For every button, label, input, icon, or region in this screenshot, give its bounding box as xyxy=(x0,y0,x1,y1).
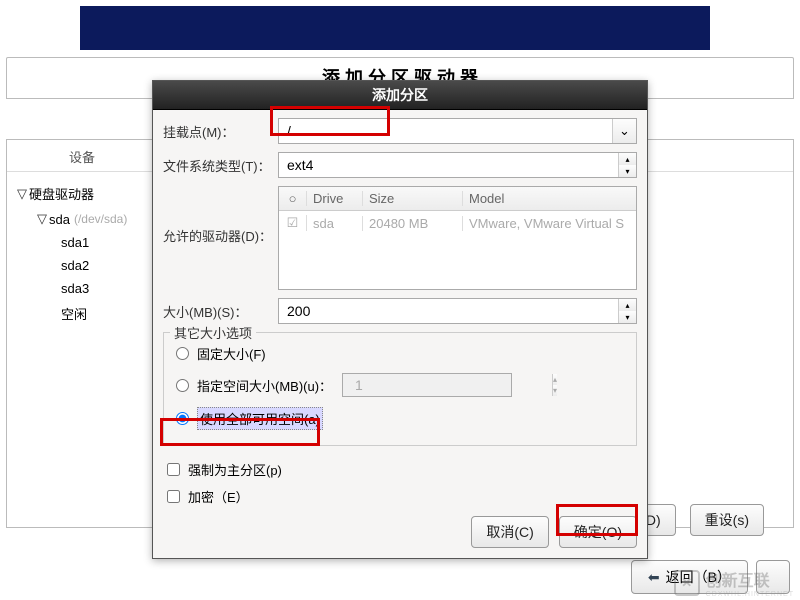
upto-spin: ▴▾ xyxy=(552,374,557,396)
radio-fixed-label: 固定大小(F) xyxy=(197,344,266,363)
arrow-left-icon xyxy=(648,569,660,586)
drive-size: 20480 MB xyxy=(363,216,463,231)
fstype-label: 文件系统类型(T)： xyxy=(163,156,278,175)
watermark: ✕ 创新互联 CDXWHL.HINTERNET xyxy=(674,567,794,598)
radio-all[interactable] xyxy=(176,412,189,425)
primary-label: 强制为主分区(p) xyxy=(188,460,282,479)
size-spin[interactable]: ▴▾ xyxy=(618,299,636,323)
mount-combo[interactable]: ⌄ xyxy=(278,118,637,144)
chevron-down-icon[interactable]: ▽ xyxy=(37,211,49,227)
col-check: ○ xyxy=(279,191,307,206)
chevron-down-icon[interactable]: ⌄ xyxy=(612,119,636,143)
size-input-wrap[interactable]: ▴▾ xyxy=(278,298,637,324)
drive-check[interactable]: ☑ xyxy=(279,215,307,231)
col-header-device: 设备 xyxy=(7,140,157,171)
fstype-combo[interactable]: ▴▾ xyxy=(278,152,637,178)
ok-button[interactable]: 确定(O) xyxy=(559,516,637,548)
fstype-input[interactable] xyxy=(279,153,618,177)
size-label: 大小(MB)(S)： xyxy=(163,302,278,321)
tree-label-root: 硬盘驱动器 xyxy=(29,184,94,203)
tree-path-sda: (/dev/sda) xyxy=(74,212,127,226)
mount-input[interactable] xyxy=(279,119,612,143)
radio-upto-row[interactable]: 指定空间大小(MB)(u)： ▴▾ xyxy=(172,368,628,402)
radio-fixed-row[interactable]: 固定大小(F) xyxy=(172,339,628,368)
size-options-fieldset: 其它大小选项 固定大小(F) 指定空间大小(MB)(u)： ▴▾ 使用全部可用空… xyxy=(163,332,637,446)
add-partition-dialog: 添加分区 挂载点(M)： ⌄ 文件系统类型(T)： ▴▾ 允许的驱动器(D)： … xyxy=(152,80,648,559)
fstype-row: 文件系统类型(T)： ▴▾ xyxy=(163,152,637,178)
chevron-down-icon[interactable]: ▽ xyxy=(17,186,29,202)
size-input[interactable] xyxy=(279,299,618,323)
tree-label-sda: sda xyxy=(49,212,70,227)
encrypt-checkbox[interactable] xyxy=(167,490,180,503)
size-row: 大小(MB)(S)： ▴▾ xyxy=(163,298,637,324)
drive-row-sda[interactable]: ☑ sda 20480 MB VMware, VMware Virtual S xyxy=(279,211,636,235)
drives-header: ○ Drive Size Model xyxy=(279,187,636,211)
drive-model: VMware, VMware Virtual S xyxy=(463,216,636,231)
radio-upto[interactable] xyxy=(176,379,189,392)
encrypt-label: 加密（E） xyxy=(188,487,249,506)
dialog-footer: 取消(C) 确定(O) xyxy=(163,510,637,548)
upto-input: ▴▾ xyxy=(342,373,512,397)
top-banner xyxy=(80,6,710,50)
drive-name: sda xyxy=(307,216,363,231)
col-model: Model xyxy=(463,191,636,206)
mount-row: 挂载点(M)： ⌄ xyxy=(163,118,637,144)
col-drive: Drive xyxy=(307,191,363,206)
primary-checkbox[interactable] xyxy=(167,463,180,476)
mount-label: 挂载点(M)： xyxy=(163,122,278,141)
drives-label: 允许的驱动器(D)： xyxy=(163,186,278,245)
radio-fixed[interactable] xyxy=(176,347,189,360)
watermark-logo-icon: ✕ xyxy=(674,570,700,596)
radio-all-row[interactable]: 使用全部可用空间(a) xyxy=(172,402,628,435)
encrypt-row[interactable]: 加密（E） xyxy=(163,483,637,510)
watermark-brand: 创新互联 xyxy=(706,567,794,591)
radio-all-label: 使用全部可用空间(a) xyxy=(197,407,323,430)
drives-row: 允许的驱动器(D)： ○ Drive Size Model ☑ sda 2048… xyxy=(163,186,637,290)
radio-upto-label: 指定空间大小(MB)(u)： xyxy=(197,376,332,395)
primary-row[interactable]: 强制为主分区(p) xyxy=(163,456,637,483)
watermark-sub: CDXWHL.HINTERNET xyxy=(706,591,794,598)
fstype-spin[interactable]: ▴▾ xyxy=(618,153,636,177)
drives-table[interactable]: ○ Drive Size Model ☑ sda 20480 MB VMware… xyxy=(278,186,637,290)
fieldset-legend: 其它大小选项 xyxy=(170,323,256,342)
dialog-title: 添加分区 xyxy=(153,81,647,110)
reset-button[interactable]: 重设(s) xyxy=(690,504,764,536)
col-size: Size xyxy=(363,191,463,206)
cancel-button[interactable]: 取消(C) xyxy=(471,516,548,548)
upto-value xyxy=(347,374,544,396)
